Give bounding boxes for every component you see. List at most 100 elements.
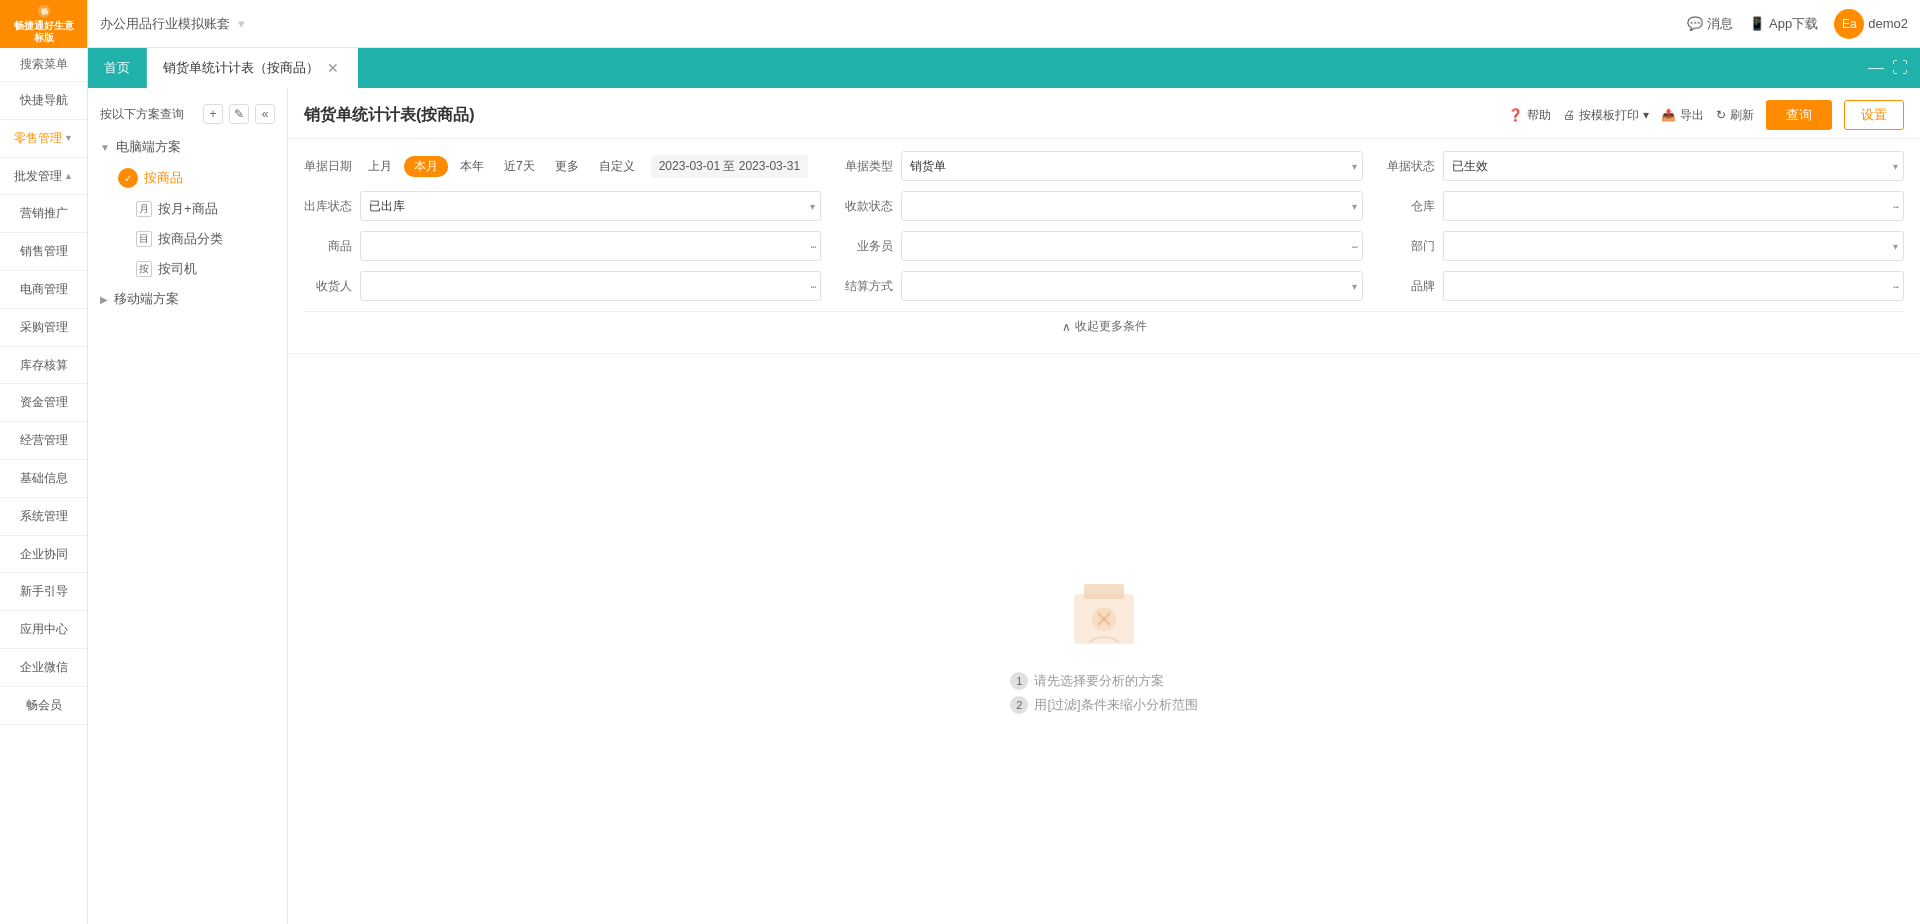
user-menu[interactable]: Ea demo2 xyxy=(1834,9,1908,39)
refresh-btn[interactable]: ↻ 刷新 xyxy=(1716,107,1754,124)
empty-tip-2: 2 用[过滤]条件来缩小分析范围 xyxy=(1010,696,1197,714)
date-tab-custom[interactable]: 自定义 xyxy=(591,156,643,177)
goods-label: 商品 xyxy=(304,238,360,255)
date-filter: 单据日期 上月 本月 本年 近7天 更多 自定义 2023-03-01 至 20… xyxy=(304,155,821,178)
tree-item-by-goods[interactable]: ✓ 按商品 xyxy=(88,162,287,194)
sidebar-item-sales[interactable]: 销售管理 xyxy=(0,233,87,271)
tree-desktop-group[interactable]: ▼ 电脑端方案 xyxy=(88,132,287,162)
tree-mobile-group[interactable]: ▶ 移动端方案 xyxy=(88,284,287,314)
sidebar-item-quick-nav[interactable]: 快捷导航 xyxy=(0,82,87,120)
payment-status-input[interactable] xyxy=(901,191,1362,221)
industry-label: 办公用品行业模拟账套 xyxy=(100,15,230,33)
tab-report[interactable]: 销货单统计计表（按商品） ✕ xyxy=(147,48,358,88)
staff-input[interactable] xyxy=(901,231,1362,261)
panel-header: 按以下方案查询 + ✎ « xyxy=(88,100,287,132)
sidebar-item-member[interactable]: 畅会员 xyxy=(0,687,87,725)
sidebar-item-enterprise[interactable]: 企业协同 xyxy=(0,536,87,574)
add-scheme-btn[interactable]: + xyxy=(203,104,223,124)
print-btn[interactable]: 🖨 按模板打印 ▾ xyxy=(1563,107,1649,124)
collapse-label: 收起更多条件 xyxy=(1075,318,1147,335)
help-btn[interactable]: ❓ 帮助 xyxy=(1508,107,1551,124)
date-tab-last-month[interactable]: 上月 xyxy=(360,156,400,177)
date-tab-this-month[interactable]: 本月 xyxy=(404,156,448,177)
brand-filter: 品牌 ··· xyxy=(1387,271,1904,301)
settings-button[interactable]: 设置 xyxy=(1844,100,1904,130)
settlement-input[interactable] xyxy=(901,271,1362,301)
message-btn[interactable]: 💬 消息 xyxy=(1687,15,1733,33)
doc-type-input[interactable] xyxy=(901,151,1362,181)
tab-minimize-btn[interactable]: — xyxy=(1868,59,1884,77)
tab-close-btn[interactable]: ✕ xyxy=(325,60,341,76)
sidebar-item-newbie[interactable]: 新手引导 xyxy=(0,573,87,611)
sidebar-item-apps[interactable]: 应用中心 xyxy=(0,611,87,649)
tree-item-month-label: 按月+商品 xyxy=(158,200,218,218)
date-tabs: 上月 本月 本年 近7天 更多 自定义 xyxy=(360,156,643,177)
tree-item-category-label: 按商品分类 xyxy=(158,230,223,248)
sidebar-search-item[interactable]: 搜索菜单 xyxy=(0,48,87,82)
empty-tip-1: 1 请先选择要分析的方案 xyxy=(1010,672,1197,690)
title-actions: ❓ 帮助 🖨 按模板打印 ▾ 📤 导出 ↻ 刷新 xyxy=(1508,100,1904,130)
doc-status-control: ▾ xyxy=(1443,151,1904,181)
date-tab-7days[interactable]: 近7天 xyxy=(496,156,543,177)
logo-icon: 畅 xyxy=(30,4,58,18)
empty-state: 1 请先选择要分析的方案 2 用[过滤]条件来缩小分析范围 xyxy=(288,354,1920,924)
tree-item-driver-label: 按司机 xyxy=(158,260,197,278)
panel-header-left: 按以下方案查询 xyxy=(100,106,184,123)
collapse-row[interactable]: ∧ 收起更多条件 xyxy=(304,311,1904,341)
main-area: 办公用品行业模拟账套 ▾ 💬 消息 📱 App下载 Ea demo2 首页 xyxy=(88,0,1920,924)
message-icon: 💬 xyxy=(1687,16,1703,31)
doc-type-control: ▾ xyxy=(901,151,1362,181)
app-download-btn[interactable]: 📱 App下载 xyxy=(1749,15,1818,33)
sidebar-item-system[interactable]: 系统管理 xyxy=(0,498,87,536)
logo-area: 畅 畅捷通好生意 标版 xyxy=(0,0,87,48)
goods-input[interactable] xyxy=(360,231,821,261)
dept-input[interactable] xyxy=(1443,231,1904,261)
tab-maximize-btn[interactable]: ⛶ xyxy=(1892,59,1908,77)
brand-input[interactable] xyxy=(1443,271,1904,301)
sidebar-item-purchase[interactable]: 采购管理 xyxy=(0,309,87,347)
tree-item-category-icon: 目 xyxy=(136,231,152,247)
export-btn[interactable]: 📤 导出 xyxy=(1661,107,1704,124)
query-button[interactable]: 查询 xyxy=(1766,100,1832,130)
date-tab-more[interactable]: 更多 xyxy=(547,156,587,177)
warehouse-input[interactable] xyxy=(1443,191,1904,221)
panel-header-icons: + ✎ « xyxy=(203,104,275,124)
print-icon: 🖨 xyxy=(1563,108,1575,122)
tab-actions: — ⛶ xyxy=(1856,48,1920,88)
edit-scheme-btn[interactable]: ✎ xyxy=(229,104,249,124)
right-panel: 销货单统计计表(按商品) ❓ 帮助 🖨 按模板打印 ▾ 📤 导出 xyxy=(288,88,1920,924)
sidebar-item-marketing[interactable]: 营销推广 xyxy=(0,195,87,233)
sidebar-item-wholesale[interactable]: 批发管理 ▲ xyxy=(0,158,87,196)
warehouse-status-input[interactable] xyxy=(360,191,821,221)
sidebar-item-retail[interactable]: 零售管理 ▼ xyxy=(0,120,87,158)
svg-rect-3 xyxy=(1084,584,1124,599)
tree-item-category[interactable]: 目 按商品分类 xyxy=(88,224,287,254)
sidebar-item-finance[interactable]: 资金管理 xyxy=(0,384,87,422)
tree-mobile-label: 移动端方案 xyxy=(114,290,179,308)
tree-item-month-goods[interactable]: 月 按月+商品 xyxy=(88,194,287,224)
empty-tips: 1 请先选择要分析的方案 2 用[过滤]条件来缩小分析范围 xyxy=(1010,672,1197,714)
filter-row-4: 收货人 ··· 结算方式 ▾ xyxy=(304,271,1904,301)
page-title-bar: 销货单统计计表(按商品) ❓ 帮助 🖨 按模板打印 ▾ 📤 导出 xyxy=(288,88,1920,139)
tab-home[interactable]: 首页 xyxy=(88,48,147,88)
filter-row-3: 商品 ··· 业务员 ··· xyxy=(304,231,1904,261)
sidebar-item-basic[interactable]: 基础信息 xyxy=(0,460,87,498)
sidebar-item-inventory[interactable]: 库存核算 xyxy=(0,347,87,385)
recipient-input[interactable] xyxy=(360,271,821,301)
sidebar-item-ecommerce[interactable]: 电商管理 xyxy=(0,271,87,309)
sidebar-item-operations[interactable]: 经营管理 xyxy=(0,422,87,460)
tree-item-driver[interactable]: 按 按司机 xyxy=(88,254,287,284)
date-tab-this-year[interactable]: 本年 xyxy=(452,156,492,177)
warehouse-label: 仓库 xyxy=(1387,198,1443,215)
tree-item-goods-label: 按商品 xyxy=(144,169,183,187)
doc-status-input[interactable] xyxy=(1443,151,1904,181)
date-filter-label: 单据日期 xyxy=(304,158,360,175)
filter-area: 单据日期 上月 本月 本年 近7天 更多 自定义 2023-03-01 至 20… xyxy=(288,139,1920,354)
settlement-control: ▾ xyxy=(901,271,1362,301)
recipient-filter: 收货人 ··· xyxy=(304,271,821,301)
refresh-icon: ↻ xyxy=(1716,108,1726,122)
sidebar-item-weapp[interactable]: 企业微信 xyxy=(0,649,87,687)
warehouse-control: ··· xyxy=(1443,191,1904,221)
collapse-panel-btn[interactable]: « xyxy=(255,104,275,124)
tab-spacer xyxy=(358,48,1856,88)
